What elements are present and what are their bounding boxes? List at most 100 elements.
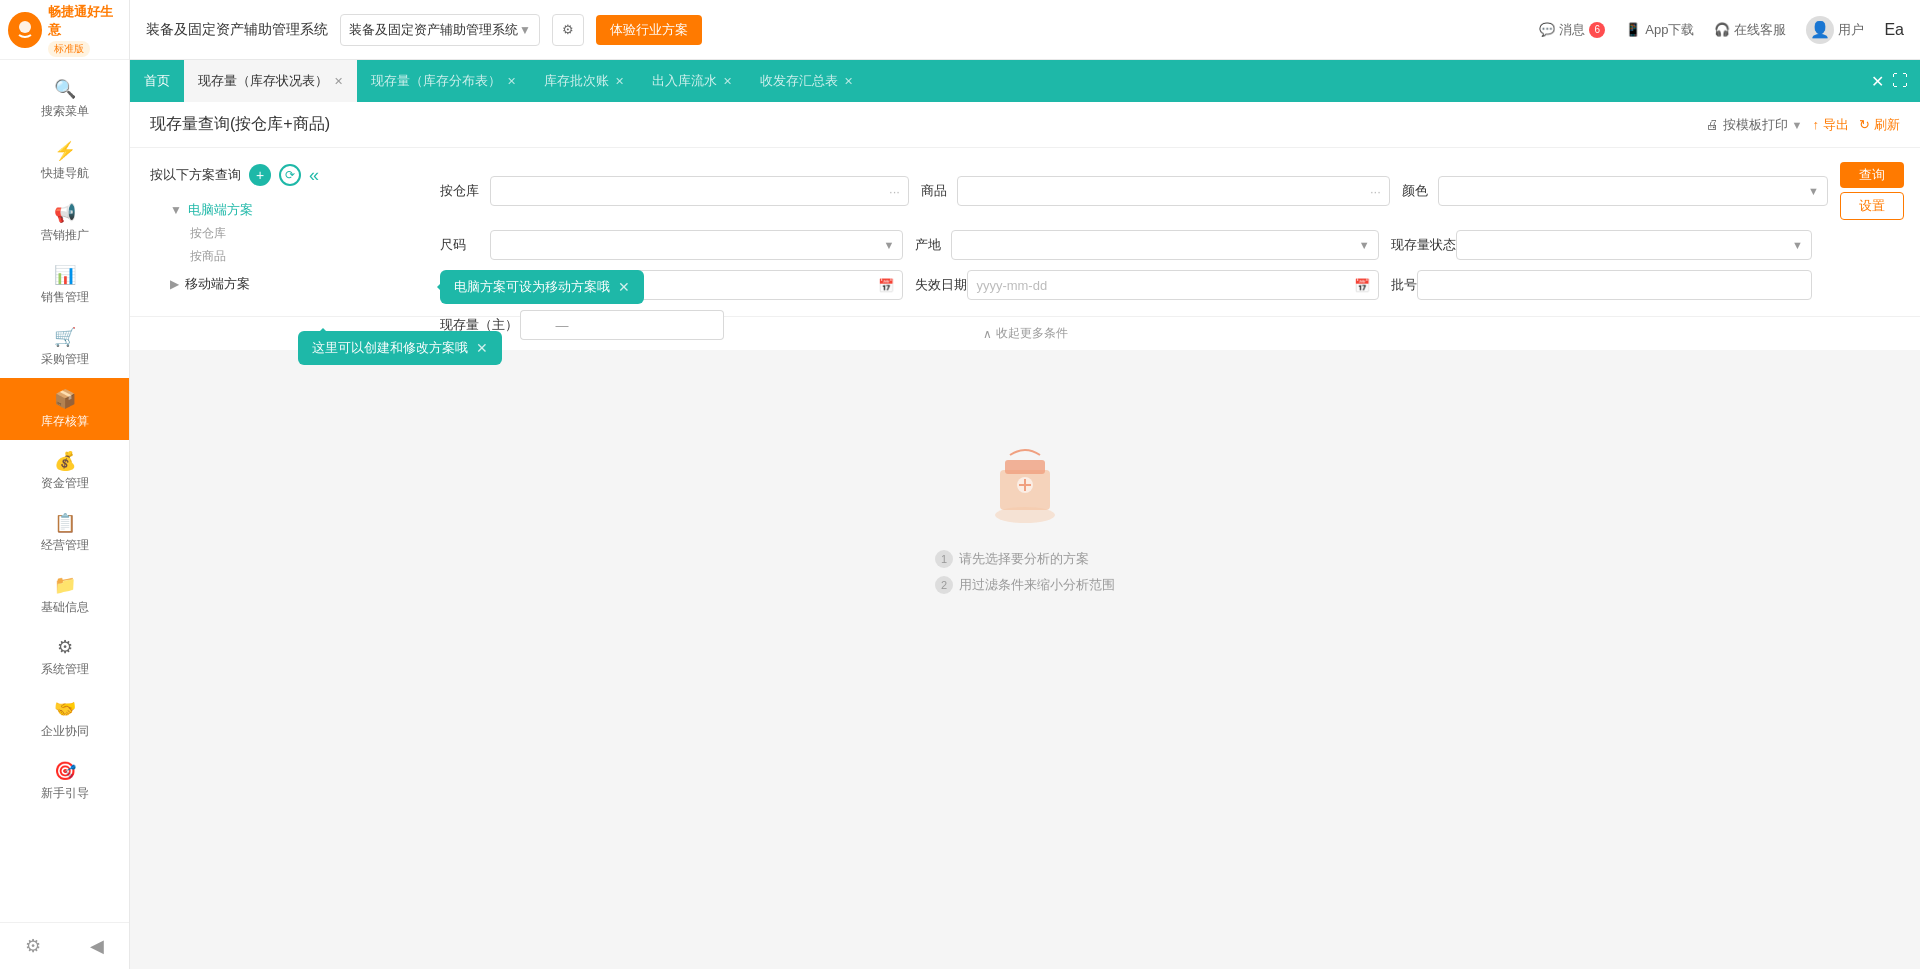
stock-max-input[interactable] [574,310,724,340]
origin-select[interactable]: ▼ [951,230,1378,260]
sidebar-label-search: 搜索菜单 [41,103,89,120]
empty-illustration [975,430,1075,530]
expire-cal-icon: 📅 [1354,278,1370,293]
page-title: 现存量查询(按仓库+商品) [150,114,330,135]
sidebar-item-finance[interactable]: 💰 资金管理 [0,440,129,502]
close-all-tabs-icon[interactable]: ✕ [1871,72,1884,91]
user-menu[interactable]: 👤 用户 [1806,16,1864,44]
color-label: 颜色 [1402,182,1438,200]
goods-field: 商品 ··· [921,176,1390,206]
filter-section: 按以下方案查询 + ⟳ « ▼ 电脑端方案 按仓库 按商品 [130,148,1920,350]
expire-date-input[interactable]: yyyy-mm-dd 📅 [967,270,1378,300]
print-label: 按模板打印 [1723,116,1788,134]
svg-rect-3 [1005,460,1045,474]
content-actions: 🖨 按模板打印 ▼ ↑ 导出 ↻ 刷新 [1706,116,1900,134]
header-right: 💬 消息 6 📱 App下载 🎧 在线客服 👤 用户 Ea [1539,16,1904,44]
size-select[interactable]: ▼ [490,230,903,260]
tooltip1-close-btn[interactable]: ✕ [618,279,630,295]
maximize-icon[interactable]: ⛶ [1892,72,1908,90]
system-name: 装备及固定资产辅助管理系统 [146,21,328,39]
settings-bottom-icon[interactable]: ⚙ [25,935,41,957]
message-btn[interactable]: 💬 消息 6 [1539,21,1605,39]
goods-select[interactable]: ··· [957,176,1390,206]
stock-state-select[interactable]: ▼ [1456,230,1812,260]
empty-tips: 1 请先选择要分析的方案 2 用过滤条件来缩小分析范围 [935,550,1115,602]
sidebar-item-operation[interactable]: 📋 经营管理 [0,502,129,564]
main-content: 现存量查询(按仓库+商品) 🖨 按模板打印 ▼ ↑ 导出 ↻ 刷新 按以下方案查… [130,102,1920,969]
search-button[interactable]: 查询 [1840,162,1904,188]
industry-btn[interactable]: 体验行业方案 [596,15,702,45]
edit-scheme-btn[interactable]: ⟳ [279,164,301,186]
sidebar-item-nav[interactable]: ⚡ 快捷导航 [0,130,129,192]
tab-inventory-dist[interactable]: 现存量（库存分布表） ✕ [357,60,530,102]
app-name: 畅捷通好生意 [48,3,121,39]
sidebar-item-sales[interactable]: 📊 销售管理 [0,254,129,316]
collapse-sidebar-icon[interactable]: ◀ [90,935,104,957]
sidebar-label-purchase: 采购管理 [41,351,89,368]
app-download-btn[interactable]: 📱 App下载 [1625,21,1694,39]
tab-close-inventory-status[interactable]: ✕ [334,75,343,88]
tab-close-inventory-dist[interactable]: ✕ [507,75,516,88]
gear-icon: ⚙ [562,22,574,37]
origin-label: 产地 [915,236,951,254]
sidebar-item-guide[interactable]: 🎯 新手引导 [0,750,129,812]
tooltip2-text: 这里可以创建和修改方案哦 [312,339,468,357]
tab-close-summary[interactable]: ✕ [844,75,853,88]
filter-row-1: 按仓库 ··· 商品 ··· 颜色 [440,162,1904,220]
tab-inventory-dist-label: 现存量（库存分布表） [371,72,501,90]
export-btn[interactable]: ↑ 导出 [1813,116,1850,134]
tab-inout[interactable]: 出入库流水 ✕ [638,60,746,102]
batch-input[interactable] [1417,270,1812,300]
produce-cal-icon: 📅 [878,278,894,293]
sidebar-item-inventory[interactable]: 📦 库存核算 [0,378,129,440]
color-select[interactable]: ▼ [1438,176,1828,206]
stock-state-arrow-icon: ▼ [1792,239,1803,251]
tooltip2-close-btn[interactable]: ✕ [476,340,488,356]
filter-fields: 按仓库 ··· 商品 ··· 颜色 [440,162,1920,350]
online-service-btn[interactable]: 🎧 在线客服 [1714,21,1786,39]
stock-min-input[interactable] [520,310,550,340]
tab-summary[interactable]: 收发存汇总表 ✕ [746,60,867,102]
tab-close-inout[interactable]: ✕ [723,75,732,88]
tab-inventory-status[interactable]: 现存量（库存状况表） ✕ [184,60,357,102]
export-icon: ↑ [1813,117,1820,132]
origin-field: 产地 ▼ [915,230,1378,260]
tabs-actions: ✕ ⛶ [1871,60,1920,102]
system-dropdown-label: 装备及固定资产辅助管理系统 [349,21,518,39]
purchase-icon: 🛒 [54,326,76,348]
expire-date-field: 失效日期 yyyy-mm-dd 📅 [915,270,1378,300]
sidebar-label-basic: 基础信息 [41,599,89,616]
tab-summary-label: 收发存汇总表 [760,72,838,90]
reset-button[interactable]: 设置 [1840,192,1904,220]
sidebar-item-system[interactable]: ⚙ 系统管理 [0,626,129,688]
color-arrow-icon: ▼ [1808,185,1819,197]
sidebar-bottom: ⚙ ◀ [0,922,129,969]
empty-tip-1-text: 请先选择要分析的方案 [959,550,1089,568]
sidebar-item-search[interactable]: 🔍 搜索菜单 [0,68,129,130]
batch-label: 批号 [1391,276,1417,294]
add-scheme-btn[interactable]: + [249,164,271,186]
size-arrow-icon: ▼ [883,239,894,251]
warehouse-select[interactable]: ··· [490,176,909,206]
logo-icon [8,12,42,48]
tooltip-scheme-info: 电脑方案可设为移动方案哦 ✕ [440,270,644,304]
operation-icon: 📋 [54,512,76,534]
sidebar-item-collab[interactable]: 🤝 企业协同 [0,688,129,750]
system-dropdown[interactable]: 装备及固定资产辅助管理系统 ▼ [340,14,540,46]
app-badge: 标准版 [48,41,90,57]
origin-arrow-icon: ▼ [1359,239,1370,251]
tab-close-batch[interactable]: ✕ [615,75,624,88]
sidebar-item-marketing[interactable]: 📢 营销推广 [0,192,129,254]
print-btn[interactable]: 🖨 按模板打印 ▼ [1706,116,1803,134]
online-service-label: 在线客服 [1734,21,1786,39]
refresh-btn[interactable]: ↻ 刷新 [1859,116,1900,134]
sidebar-item-basic[interactable]: 📁 基础信息 [0,564,129,626]
sidebar-label-guide: 新手引导 [41,785,89,802]
sidebar-item-purchase[interactable]: 🛒 采购管理 [0,316,129,378]
back-scheme-btn[interactable]: « [309,165,319,186]
settings-button[interactable]: ⚙ [552,14,584,46]
print-arrow-icon: ▼ [1792,119,1803,131]
tab-batch[interactable]: 库存批次账 ✕ [530,60,638,102]
size-field: 尺码 ▼ [440,230,903,260]
tab-home[interactable]: 首页 [130,60,184,102]
